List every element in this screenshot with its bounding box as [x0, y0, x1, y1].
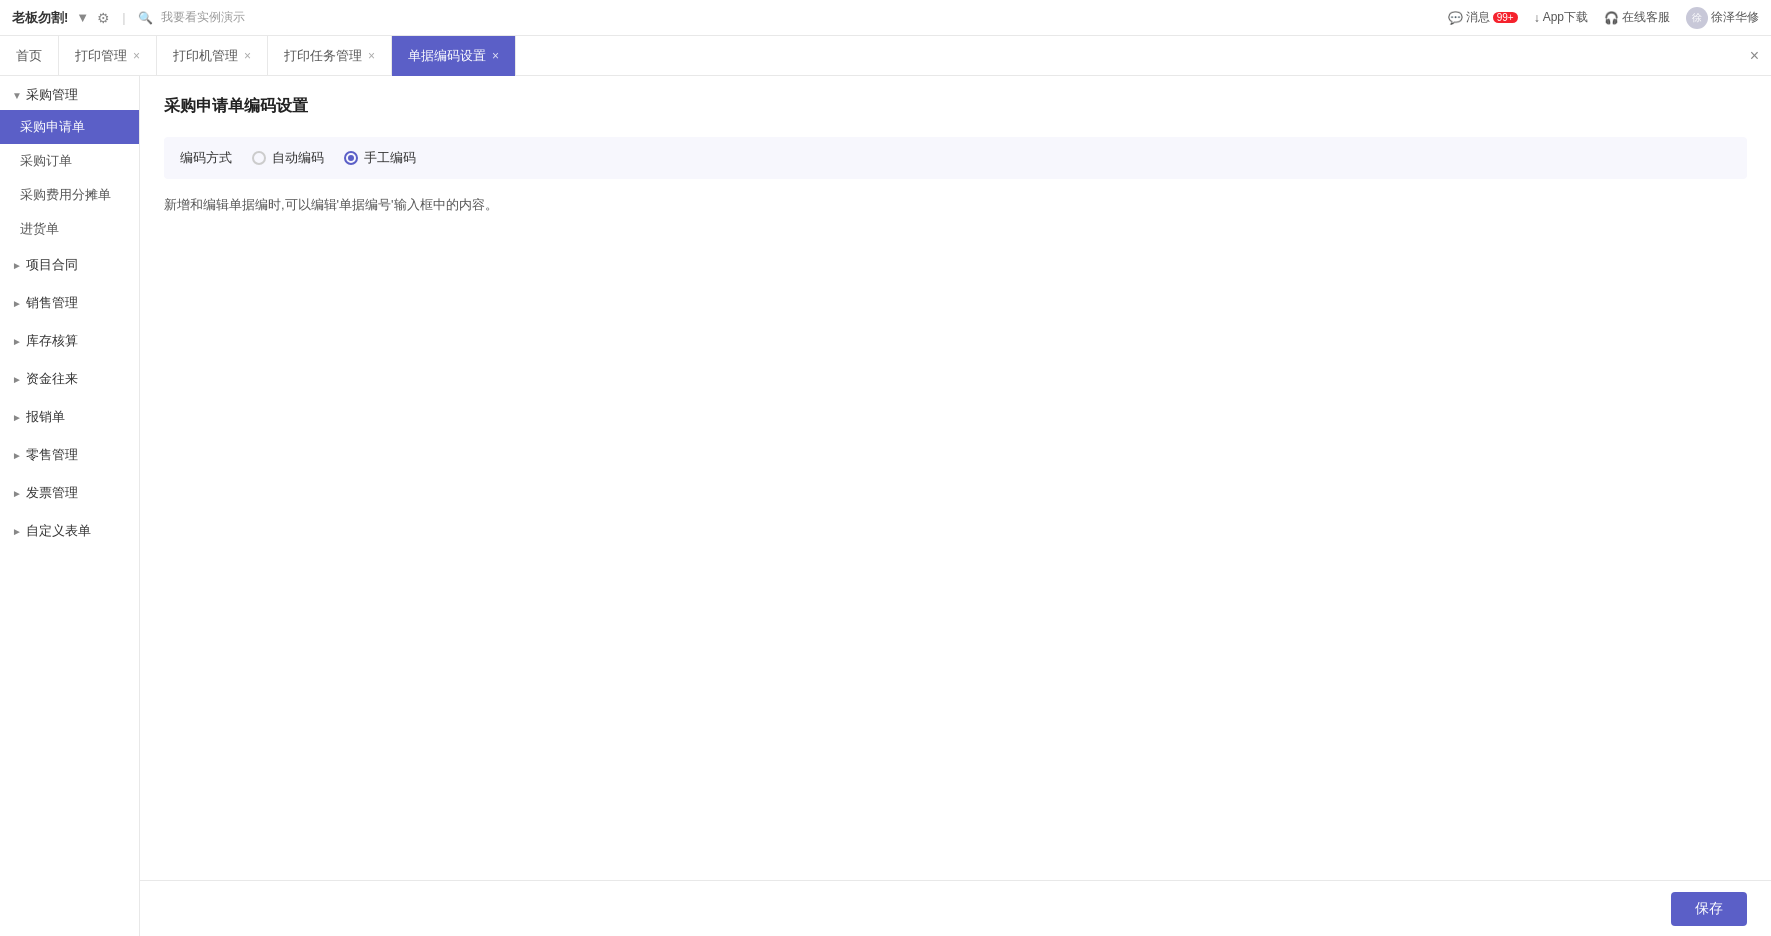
sidebar-group-project-contract[interactable]: ► 项目合同	[0, 246, 139, 284]
content-inner: 采购申请单编码设置 编码方式 自动编码 手工编码	[140, 76, 1771, 880]
sidebar-item-purchase-request[interactable]: 采购申请单	[0, 110, 139, 144]
project-contract-arrow-icon: ►	[12, 260, 22, 271]
sidebar-group-invoice[interactable]: ► 发票管理	[0, 474, 139, 512]
sidebar-group-return-label: 报销单	[26, 408, 65, 426]
capital-arrow-icon: ►	[12, 374, 22, 385]
page-title: 采购申请单编码设置	[164, 96, 1747, 117]
sidebar-group-sales[interactable]: ► 销售管理	[0, 284, 139, 322]
info-text: 新增和编辑单据编时,可以编辑'单据编号'输入框中的内容。	[164, 195, 1747, 216]
close-all-tabs[interactable]: ×	[1738, 47, 1771, 65]
service-icon: 🎧	[1604, 11, 1619, 25]
top-bar: 老板勿割! ▼ ⚙ | 🔍 我要看实例演示 💬 消息 99+ ↓ App下载 🎧…	[0, 0, 1771, 36]
save-button[interactable]: 保存	[1671, 892, 1747, 926]
top-bar-right: 💬 消息 99+ ↓ App下载 🎧 在线客服 徐 徐泽华修	[1448, 7, 1759, 29]
tab-bar: 首页 打印管理 × 打印机管理 × 打印任务管理 × 单据编码设置 × ×	[0, 36, 1771, 76]
tab-print-task[interactable]: 打印任务管理 ×	[268, 36, 392, 76]
top-bar-left: 老板勿割! ▼ ⚙ | 🔍 我要看实例演示	[12, 9, 245, 27]
tab-printer-manage-label: 打印机管理	[173, 47, 238, 65]
message-button[interactable]: 💬 消息 99+	[1448, 9, 1518, 26]
retail-arrow-icon: ►	[12, 450, 22, 461]
user-name: 徐泽华修	[1711, 9, 1759, 26]
sidebar-item-purchase-order-label: 采购订单	[20, 153, 72, 168]
tab-printer-manage-close[interactable]: ×	[244, 49, 251, 63]
sidebar-group-retail-label: 零售管理	[26, 446, 78, 464]
sidebar-item-purchase-expense-label: 采购费用分摊单	[20, 187, 111, 202]
coding-method-label: 编码方式	[180, 149, 232, 167]
manual-code-label: 手工编码	[364, 149, 416, 167]
dropdown-icon[interactable]: ▼	[76, 10, 89, 25]
logo: 老板勿割!	[12, 9, 68, 27]
message-icon: 💬	[1448, 11, 1463, 25]
content-area: 采购申请单编码设置 编码方式 自动编码 手工编码	[140, 76, 1771, 936]
sidebar-group-purchase[interactable]: ▼ 采购管理	[0, 76, 139, 110]
tab-barcode-setting[interactable]: 单据编码设置 ×	[392, 36, 516, 76]
sidebar-item-stock-in-label: 进货单	[20, 221, 59, 236]
auto-code-label: 自动编码	[272, 149, 324, 167]
coding-radio-group: 自动编码 手工编码	[252, 149, 416, 167]
app-download-label: App下载	[1543, 9, 1588, 26]
search-text[interactable]: 我要看实例演示	[161, 9, 245, 26]
custom-form-arrow-icon: ►	[12, 526, 22, 537]
bottom-bar: 保存	[140, 880, 1771, 936]
online-service-button[interactable]: 🎧 在线客服	[1604, 9, 1670, 26]
auto-code-radio-circle	[252, 151, 266, 165]
return-arrow-icon: ►	[12, 412, 22, 423]
avatar: 徐	[1686, 7, 1708, 29]
sidebar-group-sales-label: 销售管理	[26, 294, 78, 312]
tab-print-manage-close[interactable]: ×	[133, 49, 140, 63]
tab-home-label: 首页	[16, 47, 42, 65]
sidebar-item-purchase-order[interactable]: 采购订单	[0, 144, 139, 178]
invoice-arrow-icon: ►	[12, 488, 22, 499]
sidebar-group-retail[interactable]: ► 零售管理	[0, 436, 139, 474]
sidebar-item-purchase-request-label: 采购申请单	[20, 119, 85, 134]
app-download-button[interactable]: ↓ App下载	[1534, 9, 1588, 26]
user-profile[interactable]: 徐 徐泽华修	[1686, 7, 1759, 29]
tab-print-task-label: 打印任务管理	[284, 47, 362, 65]
tab-barcode-setting-close[interactable]: ×	[492, 49, 499, 63]
tab-barcode-setting-label: 单据编码设置	[408, 47, 486, 65]
tab-home[interactable]: 首页	[0, 36, 59, 76]
tab-print-manage[interactable]: 打印管理 ×	[59, 36, 157, 76]
search-icon: 🔍	[138, 11, 153, 25]
sidebar-group-project-contract-label: 项目合同	[26, 256, 78, 274]
settings-icon[interactable]: ⚙	[97, 10, 110, 26]
main-layout: ▼ 采购管理 采购申请单 采购订单 采购费用分摊单 进货单 ► 项目合同 ► 销…	[0, 76, 1771, 936]
sidebar-item-stock-in[interactable]: 进货单	[0, 212, 139, 246]
sidebar-group-purchase-label: 采购管理	[26, 86, 78, 104]
sidebar: ▼ 采购管理 采购申请单 采购订单 采购费用分摊单 进货单 ► 项目合同 ► 销…	[0, 76, 140, 936]
app-download-icon: ↓	[1534, 11, 1540, 25]
sidebar-group-custom-form-label: 自定义表单	[26, 522, 91, 540]
sales-arrow-icon: ►	[12, 298, 22, 309]
sidebar-group-inventory[interactable]: ► 库存核算	[0, 322, 139, 360]
service-label: 在线客服	[1622, 9, 1670, 26]
manual-code-radio-circle	[344, 151, 358, 165]
tab-print-manage-label: 打印管理	[75, 47, 127, 65]
tab-printer-manage[interactable]: 打印机管理 ×	[157, 36, 268, 76]
sidebar-group-invoice-label: 发票管理	[26, 484, 78, 502]
message-badge: 99+	[1493, 12, 1518, 23]
divider: |	[122, 10, 125, 25]
sidebar-group-capital-label: 资金往来	[26, 370, 78, 388]
purchase-arrow-icon: ▼	[12, 90, 22, 101]
sidebar-group-return[interactable]: ► 报销单	[0, 398, 139, 436]
message-label: 消息	[1466, 9, 1490, 26]
avatar-initials: 徐	[1692, 11, 1702, 25]
manual-code-radio[interactable]: 手工编码	[344, 149, 416, 167]
sidebar-group-inventory-label: 库存核算	[26, 332, 78, 350]
auto-code-radio[interactable]: 自动编码	[252, 149, 324, 167]
coding-method-section: 编码方式 自动编码 手工编码	[164, 137, 1747, 179]
inventory-arrow-icon: ►	[12, 336, 22, 347]
sidebar-item-purchase-expense[interactable]: 采购费用分摊单	[0, 178, 139, 212]
tab-print-task-close[interactable]: ×	[368, 49, 375, 63]
sidebar-group-custom-form[interactable]: ► 自定义表单	[0, 512, 139, 550]
sidebar-group-capital[interactable]: ► 资金往来	[0, 360, 139, 398]
